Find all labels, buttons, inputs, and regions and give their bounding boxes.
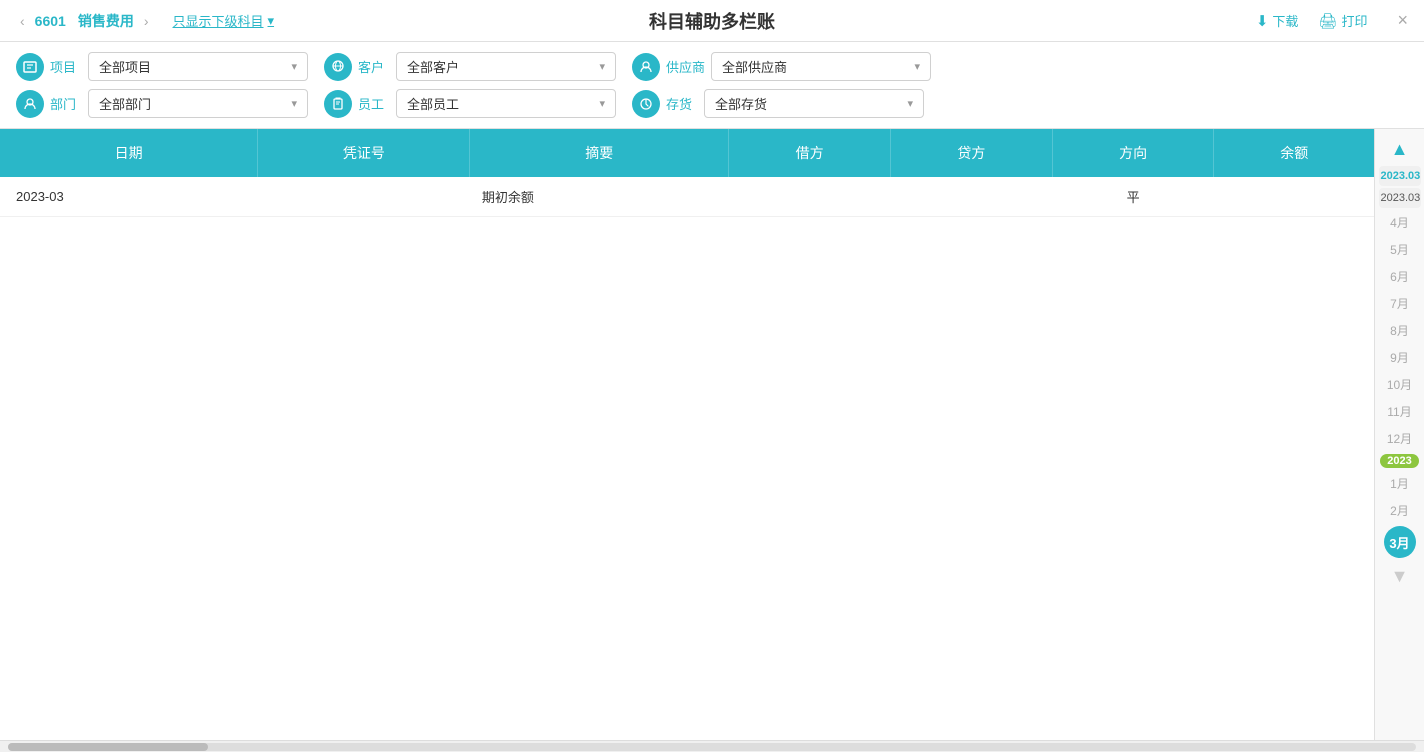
filter-area: 项目 全部项目 ▾ 客户 全部客户 ▾ <box>0 42 1424 129</box>
cell-direction: 平 <box>1052 177 1214 217</box>
project-arrow: ▾ <box>291 60 297 73</box>
sidebar-item-7[interactable]: 9月 <box>1379 345 1421 370</box>
sidebar-up-arrow[interactable]: ▲ <box>1386 135 1414 163</box>
filter-row-1: 项目 全部项目 ▾ 客户 全部客户 ▾ <box>16 52 1408 81</box>
inventory-icon <box>632 90 660 118</box>
table-header-row: 日期 凭证号 摘要 借方 贷方 方向 余额 <box>0 129 1374 177</box>
print-label: 打印 <box>1341 11 1367 30</box>
account-code: 6601 <box>35 13 66 29</box>
cell-debit <box>729 177 891 217</box>
sidebar-item-1[interactable]: 2023.03 <box>1379 188 1421 208</box>
sidebar-item-6[interactable]: 8月 <box>1379 318 1421 343</box>
prev-arrow[interactable]: ‹ <box>16 13 29 29</box>
account-name: 销售费用 <box>78 11 134 31</box>
department-value: 全部部门 <box>99 94 151 113</box>
top-bar: ‹ 6601 销售费用 › 只显示下级科目 ▾ 科目辅助多栏账 ⬇ 下载 🖨 打… <box>0 0 1424 42</box>
filter-item-customer: 客户 全部客户 ▾ <box>324 52 616 81</box>
col-summary: 摘要 <box>470 129 729 177</box>
download-button[interactable]: ⬇ 下载 <box>1256 11 1299 30</box>
sidebar-active-month[interactable]: 3月 <box>1384 526 1416 558</box>
sidebar-item-9[interactable]: 11月 <box>1379 399 1421 424</box>
col-direction: 方向 <box>1052 129 1214 177</box>
sidebar-item-0[interactable]: 2023.03 <box>1379 166 1421 186</box>
employee-label: 员工 <box>358 94 390 113</box>
supplier-value: 全部供应商 <box>722 57 787 76</box>
scrollbar-track <box>8 743 1416 751</box>
sidebar-item-13[interactable]: 2月 <box>1379 498 1421 523</box>
content-area: 日期 凭证号 摘要 借方 贷方 方向 余额 2023-03 期初余额 <box>0 129 1424 740</box>
project-select[interactable]: 全部项目 ▾ <box>88 52 308 81</box>
sidebar-item-4[interactable]: 6月 <box>1379 264 1421 289</box>
col-voucher: 凭证号 <box>258 129 470 177</box>
next-arrow[interactable]: › <box>140 13 153 29</box>
main-window: ‹ 6601 销售费用 › 只显示下级科目 ▾ 科目辅助多栏账 ⬇ 下载 🖨 打… <box>0 0 1424 752</box>
customer-arrow: ▾ <box>599 60 605 73</box>
cell-date: 2023-03 <box>0 177 258 217</box>
sidebar-item-10[interactable]: 12月 <box>1379 426 1421 451</box>
col-balance: 余额 <box>1214 129 1374 177</box>
sidebar-active-month-container[interactable]: 3月 <box>1384 526 1416 558</box>
show-sub-label: 只显示下级科目 <box>173 11 264 30</box>
col-debit: 借方 <box>729 129 891 177</box>
cell-summary: 期初余额 <box>470 177 729 217</box>
filter-item-department: 部门 全部部门 ▾ <box>16 89 308 118</box>
col-date: 日期 <box>0 129 258 177</box>
customer-value: 全部客户 <box>407 57 459 76</box>
supplier-icon <box>632 53 660 81</box>
show-sub-arrow: ▾ <box>268 13 275 29</box>
sidebar-item-3[interactable]: 5月 <box>1379 237 1421 262</box>
employee-value: 全部员工 <box>407 94 459 113</box>
main-table: 日期 凭证号 摘要 借方 贷方 方向 余额 2023-03 期初余额 <box>0 129 1374 217</box>
sidebar-item-2[interactable]: 4月 <box>1379 210 1421 235</box>
department-arrow: ▾ <box>291 97 297 110</box>
employee-select[interactable]: 全部员工 ▾ <box>396 89 616 118</box>
employee-arrow: ▾ <box>599 97 605 110</box>
sidebar-year-badge: 2023 <box>1380 454 1418 468</box>
cell-credit <box>890 177 1052 217</box>
inventory-value: 全部存货 <box>715 94 767 113</box>
sidebar-down-arrow[interactable]: ▼ <box>1386 562 1414 590</box>
right-sidebar: ▲ 2023.03 2023.03 4月 5月 6月 7月 8月 9月 10月 … <box>1374 129 1424 740</box>
department-select[interactable]: 全部部门 ▾ <box>88 89 308 118</box>
show-sub-button[interactable]: 只显示下级科目 ▾ <box>173 11 275 30</box>
sidebar-item-8[interactable]: 10月 <box>1379 372 1421 397</box>
inventory-label: 存货 <box>666 94 698 113</box>
cell-voucher <box>258 177 470 217</box>
customer-select[interactable]: 全部客户 ▾ <box>396 52 616 81</box>
supplier-label: 供应商 <box>666 57 705 76</box>
supplier-arrow: ▾ <box>914 60 920 73</box>
scrollbar-thumb[interactable] <box>8 743 208 751</box>
customer-label: 客户 <box>358 57 390 76</box>
filter-row-2: 部门 全部部门 ▾ 员工 全部员工 ▾ <box>16 89 1408 118</box>
horizontal-scrollbar[interactable] <box>0 740 1424 752</box>
print-icon: 🖨 <box>1318 12 1337 30</box>
filter-item-project: 项目 全部项目 ▾ <box>16 52 308 81</box>
sidebar-item-5[interactable]: 7月 <box>1379 291 1421 316</box>
top-actions: ⬇ 下载 🖨 打印 × <box>1256 10 1408 31</box>
filter-item-inventory: 存货 全部存货 ▾ <box>632 89 924 118</box>
download-label: 下载 <box>1272 11 1298 30</box>
supplier-select[interactable]: 全部供应商 ▾ <box>711 52 931 81</box>
table-row[interactable]: 2023-03 期初余额 平 <box>0 177 1374 217</box>
project-icon <box>16 53 44 81</box>
close-button[interactable]: × <box>1397 10 1408 31</box>
table-container[interactable]: 日期 凭证号 摘要 借方 贷方 方向 余额 2023-03 期初余额 <box>0 129 1374 740</box>
cell-balance <box>1214 177 1374 217</box>
department-icon <box>16 90 44 118</box>
filter-item-employee: 员工 全部员工 ▾ <box>324 89 616 118</box>
project-label: 项目 <box>50 57 82 76</box>
col-credit: 贷方 <box>890 129 1052 177</box>
filter-item-supplier: 供应商 全部供应商 ▾ <box>632 52 931 81</box>
inventory-arrow: ▾ <box>907 97 913 110</box>
customer-icon <box>324 53 352 81</box>
department-label: 部门 <box>50 94 82 113</box>
print-button[interactable]: 🖨 打印 <box>1318 11 1367 30</box>
inventory-select[interactable]: 全部存货 ▾ <box>704 89 924 118</box>
sidebar-item-12[interactable]: 1月 <box>1379 471 1421 496</box>
page-title: 科目辅助多栏账 <box>649 8 775 34</box>
project-value: 全部项目 <box>99 57 151 76</box>
download-icon: ⬇ <box>1256 12 1269 30</box>
employee-icon <box>324 90 352 118</box>
